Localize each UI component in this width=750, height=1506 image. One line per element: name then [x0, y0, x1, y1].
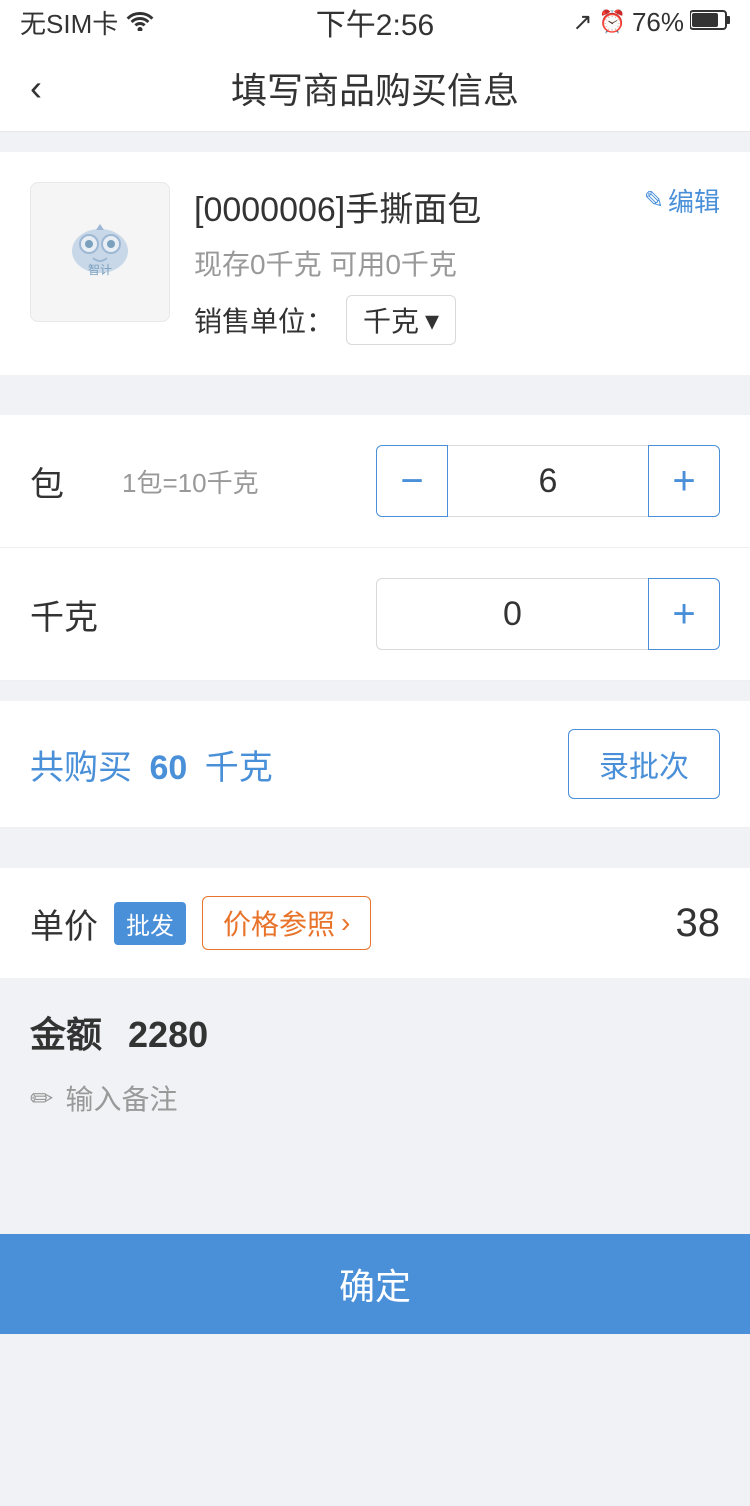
batch-button[interactable]: 录批次: [568, 729, 720, 799]
total-prefix: 共购买: [30, 749, 132, 787]
price-ref-button[interactable]: 价格参照 ›: [202, 896, 371, 950]
total-section: 共购买 60 千克 录批次: [0, 701, 750, 828]
carrier-text: 无SIM卡: [20, 4, 118, 41]
total-text: 共购买 60 千克: [30, 740, 273, 789]
battery-icon: [690, 7, 730, 38]
quantity-section: 包 1包=10千克 − + 千克 +: [0, 415, 750, 681]
status-bar: 无SIM卡 下午2:56 ↗ ⏰ 76%: [0, 0, 750, 44]
divider-2: [0, 828, 750, 848]
amount-label: 金额: [30, 1014, 102, 1055]
quantity-sublabel-bao: 1包=10千克: [122, 463, 376, 500]
quantity-row-bao: 包 1包=10千克 − +: [0, 415, 750, 548]
price-tag: 批发: [114, 902, 186, 945]
quantity-plus-kg[interactable]: +: [648, 578, 720, 650]
amount-value: 2280: [128, 1014, 208, 1055]
svg-text:智计: 智计: [88, 262, 112, 276]
remark-row[interactable]: ✏ 输入备注: [30, 1078, 720, 1118]
bottom-spacer: [0, 1406, 750, 1506]
amount-row: 金额 2280: [30, 1006, 720, 1058]
price-value: 38: [676, 901, 721, 946]
quantity-input-bao[interactable]: [448, 445, 648, 517]
price-section: 单价 批发 价格参照 › 38: [0, 868, 750, 978]
quantity-label-kg: 千克: [30, 590, 110, 639]
total-amount: 60: [149, 749, 187, 787]
quantity-label-bao: 包: [30, 457, 110, 506]
page-title: 填写商品购买信息: [231, 62, 519, 114]
product-section: 智计 [0000006]手撕面包 ✎ 编辑 现存0千克 可用0千克 销售单位： …: [0, 152, 750, 375]
battery-text: 76%: [632, 7, 684, 38]
quantity-controls-bao: − +: [376, 445, 720, 517]
product-stock: 现存0千克 可用0千克: [194, 243, 720, 283]
wifi-icon: [126, 7, 154, 38]
alarm-icon: ⏰: [599, 9, 626, 35]
product-info: [0000006]手撕面包 ✎ 编辑 现存0千克 可用0千克 销售单位： 千克 …: [194, 182, 720, 345]
price-ref-label: 价格参照: [223, 903, 335, 943]
price-ref-arrow: ›: [341, 907, 350, 939]
dropdown-icon: ▾: [425, 304, 439, 337]
quantity-row-kg: 千克 +: [0, 548, 750, 681]
back-button[interactable]: ‹: [30, 67, 42, 109]
price-row: 单价 批发 价格参照 › 38: [30, 896, 720, 950]
pencil-icon: ✏: [30, 1082, 53, 1115]
confirm-bar[interactable]: 确定: [0, 1234, 750, 1334]
unit-value: 千克: [363, 300, 419, 340]
location-icon: ↗: [572, 8, 592, 37]
quantity-input-kg[interactable]: [376, 578, 648, 650]
status-right: ↗ ⏰ 76%: [572, 7, 730, 38]
amount-section: 金额 2280 ✏ 输入备注: [0, 978, 750, 1146]
quantity-controls-kg: +: [376, 578, 720, 650]
unit-select[interactable]: 千克 ▾: [346, 295, 456, 345]
divider-1: [0, 375, 750, 395]
status-time: 下午2:56: [316, 0, 434, 44]
nav-bar: ‹ 填写商品购买信息: [0, 44, 750, 132]
total-unit: 千克: [205, 749, 273, 787]
edit-button[interactable]: ✎ 编辑: [644, 182, 720, 219]
status-carrier: 无SIM卡: [20, 4, 154, 41]
price-label: 单价: [30, 899, 98, 948]
remark-placeholder: 输入备注: [65, 1078, 177, 1118]
product-name: [0000006]手撕面包: [194, 182, 481, 231]
product-logo-icon: 智计: [60, 216, 140, 288]
confirm-button-label: 确定: [339, 1258, 411, 1310]
edit-icon: ✎: [644, 186, 664, 215]
quantity-plus-bao[interactable]: +: [648, 445, 720, 517]
unit-label: 销售单位：: [194, 300, 334, 340]
product-unit-row: 销售单位： 千克 ▾: [194, 295, 720, 345]
quantity-minus-bao[interactable]: −: [376, 445, 448, 517]
edit-label: 编辑: [668, 182, 720, 219]
product-image: 智计: [30, 182, 170, 322]
